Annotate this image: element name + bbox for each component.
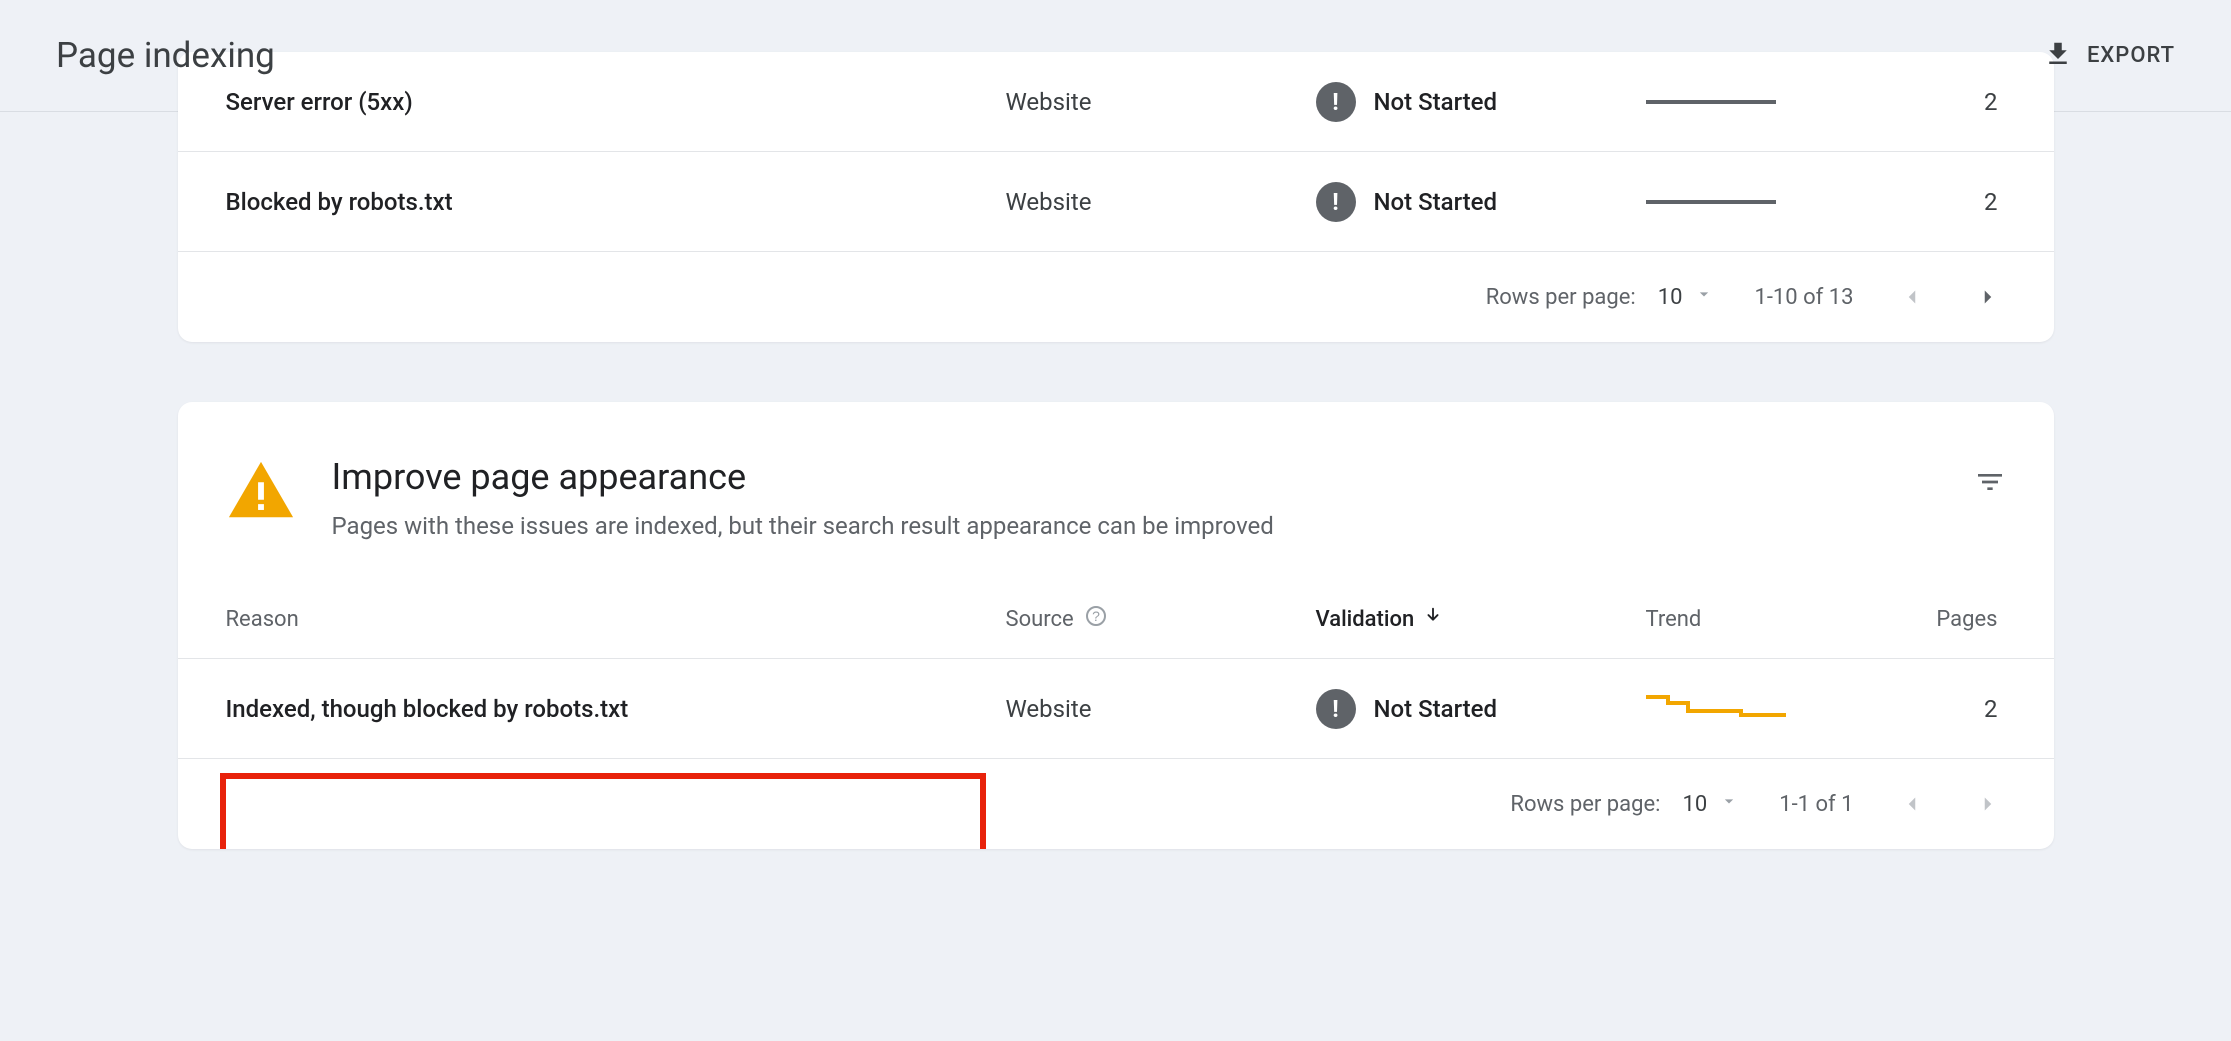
validation-cell: ! Not Started <box>1316 689 1646 729</box>
rows-per-page: Rows per page: 10 <box>1510 791 1739 817</box>
validation-cell: ! Not Started <box>1316 82 1646 122</box>
download-icon <box>2043 39 2073 73</box>
table-row[interactable]: Indexed, though blocked by robots.txt We… <box>178 659 2054 759</box>
pagination-bar: Rows per page: 10 1-10 of 13 <box>178 252 2054 342</box>
page-title: Page indexing <box>56 35 275 76</box>
exclamation-icon: ! <box>1316 82 1356 122</box>
card-subtitle: Pages with these issues are indexed, but… <box>332 508 1432 544</box>
trend-cell <box>1646 691 1926 727</box>
col-header-trend[interactable]: Trend <box>1646 607 1926 632</box>
pagination-bar: Rows per page: 10 1-1 of 1 <box>178 759 2054 849</box>
table-header-row: Reason Source ? Validation Trend Pages <box>178 574 2054 659</box>
trend-cell <box>1646 200 1926 204</box>
source-cell: Website <box>1006 695 1316 723</box>
table-row[interactable]: Server error (5xx) Website ! Not Started… <box>178 52 2054 152</box>
rows-per-page-dropdown[interactable]: 10 <box>1682 791 1739 817</box>
col-header-source-label: Source <box>1006 607 1074 632</box>
reason-cell: Blocked by robots.txt <box>226 188 1006 216</box>
trend-sparkline <box>1646 691 1786 727</box>
trend-sparkline <box>1646 200 1776 204</box>
chevron-down-icon <box>1694 284 1714 310</box>
trend-sparkline <box>1646 100 1776 104</box>
export-label: EXPORT <box>2087 43 2175 68</box>
reason-cell: Indexed, though blocked by robots.txt <box>226 695 1006 723</box>
improve-appearance-card: Improve page appearance Pages with these… <box>178 402 2054 849</box>
reason-cell: Server error (5xx) <box>226 88 1006 116</box>
col-header-pages[interactable]: Pages <box>1926 607 2006 632</box>
next-page-button[interactable] <box>1970 791 2006 817</box>
col-header-source[interactable]: Source ? <box>1006 604 1316 634</box>
pages-cell: 2 <box>1926 695 2006 723</box>
export-button[interactable]: EXPORT <box>2043 39 2175 73</box>
card-header: Improve page appearance Pages with these… <box>178 402 2054 574</box>
help-circle-icon[interactable]: ? <box>1084 604 1108 634</box>
prev-page-button[interactable] <box>1894 284 1930 310</box>
pagination-range: 1-1 of 1 <box>1779 792 1853 817</box>
rows-per-page-label: Rows per page: <box>1486 285 1636 310</box>
warning-triangle-icon <box>226 456 296 530</box>
chevron-down-icon <box>1719 791 1739 817</box>
validation-cell: ! Not Started <box>1316 182 1646 222</box>
trend-cell <box>1646 100 1926 104</box>
arrow-down-icon <box>1422 605 1444 633</box>
validation-label: Not Started <box>1374 188 1498 216</box>
card-title: Improve page appearance <box>332 456 1938 498</box>
validation-label: Not Started <box>1374 88 1498 116</box>
rows-per-page-value: 10 <box>1682 792 1707 817</box>
rows-per-page-value: 10 <box>1658 285 1683 310</box>
next-page-button[interactable] <box>1970 284 2006 310</box>
filter-icon <box>1974 483 2006 502</box>
rows-per-page-dropdown[interactable]: 10 <box>1658 284 1715 310</box>
source-cell: Website <box>1006 188 1316 216</box>
table-row[interactable]: Blocked by robots.txt Website ! Not Star… <box>178 152 2054 252</box>
svg-text:?: ? <box>1092 608 1100 624</box>
prev-page-button[interactable] <box>1894 791 1930 817</box>
pages-cell: 2 <box>1926 188 2006 216</box>
col-header-validation-label: Validation <box>1316 607 1415 632</box>
rows-per-page: Rows per page: 10 <box>1486 284 1715 310</box>
pages-cell: 2 <box>1926 88 2006 116</box>
rows-per-page-label: Rows per page: <box>1510 792 1660 817</box>
exclamation-icon: ! <box>1316 182 1356 222</box>
col-header-reason[interactable]: Reason <box>226 607 1006 632</box>
filter-button[interactable] <box>1974 456 2006 502</box>
exclamation-icon: ! <box>1316 689 1356 729</box>
card-header-text: Improve page appearance Pages with these… <box>332 456 1938 544</box>
pagination-range: 1-10 of 13 <box>1754 285 1853 310</box>
indexing-issues-card: Server error (5xx) Website ! Not Started… <box>178 52 2054 342</box>
validation-label: Not Started <box>1374 695 1498 723</box>
content-area: Server error (5xx) Website ! Not Started… <box>0 52 2231 889</box>
col-header-validation[interactable]: Validation <box>1316 605 1646 633</box>
source-cell: Website <box>1006 88 1316 116</box>
